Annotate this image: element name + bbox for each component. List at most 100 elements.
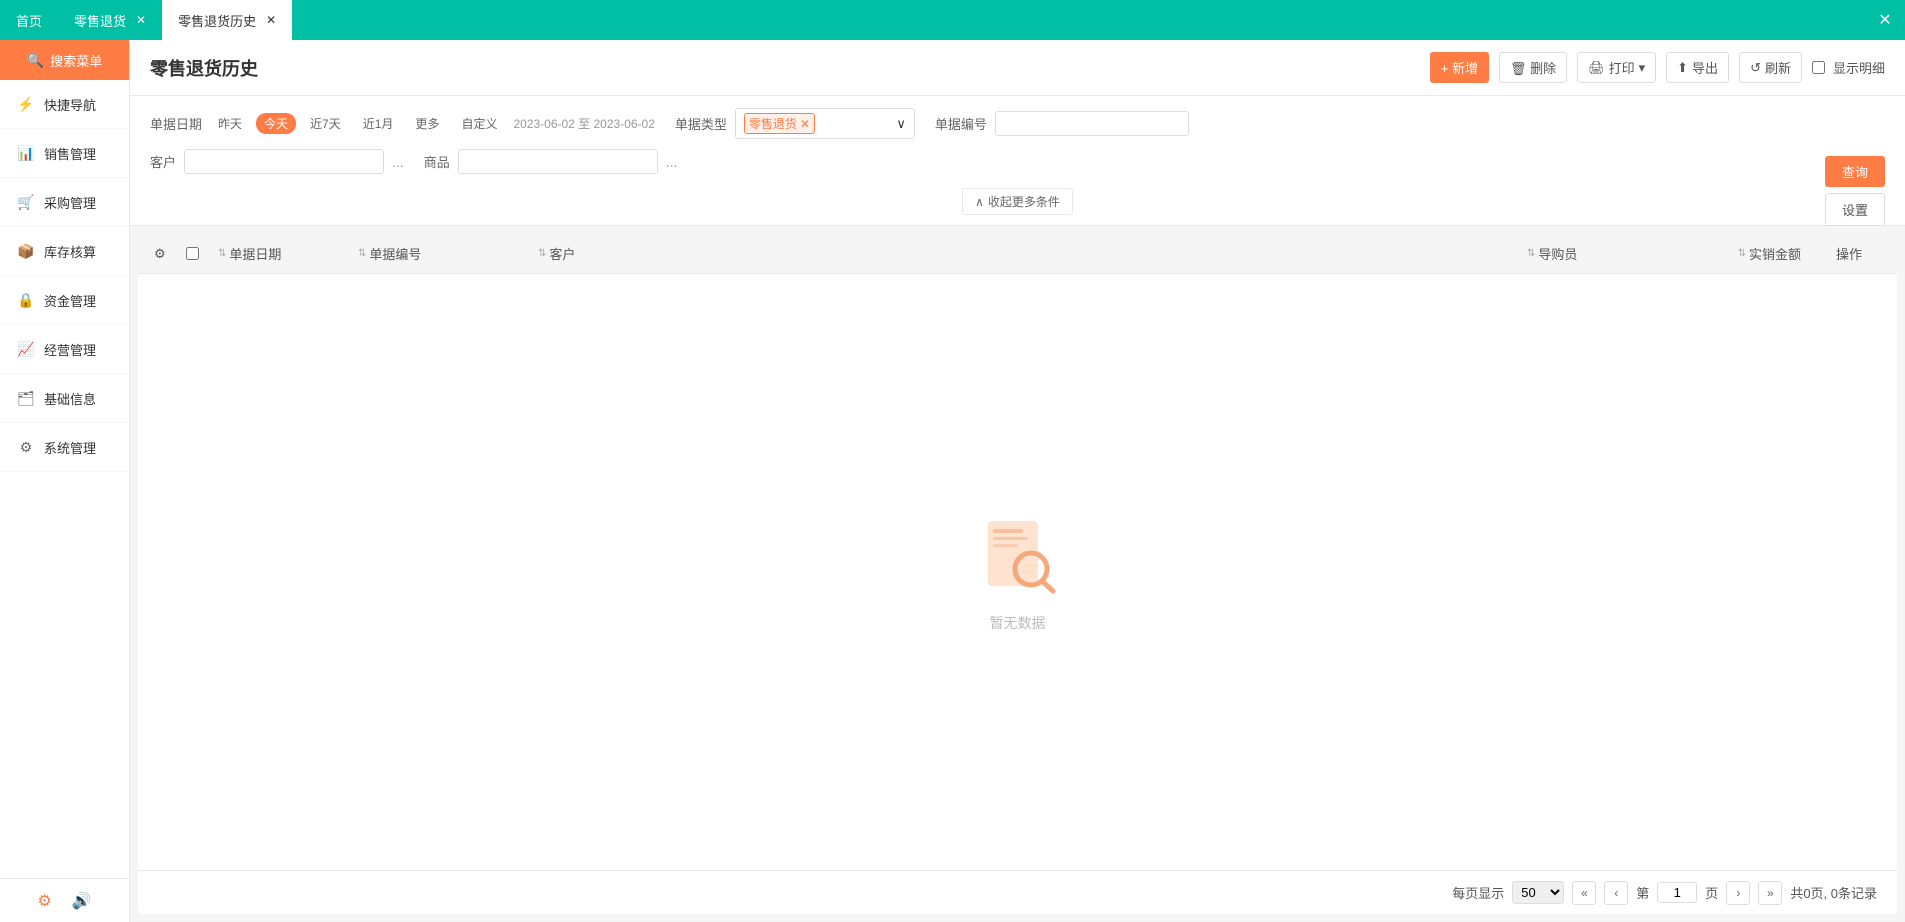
audio-icon[interactable]: 🔊	[72, 891, 92, 911]
refresh-button[interactable]: ↺ 刷新	[1739, 52, 1802, 83]
system-icon: ⚙	[16, 437, 36, 457]
top-bar: 首页 零售退货 ✕ 零售退货历史 ✕ ✕	[0, 0, 1905, 40]
date-btn-today[interactable]: 今天	[256, 113, 296, 134]
num-filter-label: 单据编号	[935, 114, 987, 133]
sidebar-item-quick-nav[interactable]: ⚡ 快捷导航	[0, 80, 129, 129]
sidebar-item-sales[interactable]: 📊 销售管理	[0, 129, 129, 178]
product-filter-label: 商品	[424, 152, 450, 171]
th-date[interactable]: ⇅ 单据日期	[210, 244, 350, 263]
add-button[interactable]: + 新增	[1430, 52, 1489, 83]
date-btn-7days[interactable]: 近7天	[302, 113, 349, 134]
product-filter-input[interactable]	[458, 149, 658, 174]
page-title-bar: 零售退货历史 + 新增 🗑 删除 🖨 打印 ▾ ⬆ 导出 ↺ 刷新	[130, 40, 1905, 96]
tab-list: 首页 零售退货 ✕ 零售退货历史 ✕	[0, 0, 1865, 40]
content-area: 零售退货历史 + 新增 🗑 删除 🖨 打印 ▾ ⬆ 导出 ↺ 刷新	[130, 40, 1905, 922]
date-btn-1month[interactable]: 近1月	[355, 113, 402, 134]
sidebar-search[interactable]: 🔍 搜索菜单	[0, 40, 129, 80]
delete-button[interactable]: 🗑 删除	[1499, 52, 1567, 83]
date-btn-custom[interactable]: 自定义	[453, 113, 505, 134]
filter-area: 单据日期 昨天 今天 近7天 近1月 更多 自定义 2023-06-02 至 2…	[130, 96, 1905, 226]
gear-icon: ⚙	[154, 246, 166, 262]
num-filter-input[interactable]	[995, 111, 1189, 136]
per-page-select[interactable]: 50 10 20 100	[1512, 881, 1564, 904]
first-page-button[interactable]: «	[1572, 881, 1596, 905]
sort-date-icon: ⇅	[218, 248, 226, 259]
customer-dots[interactable]: ...	[392, 154, 404, 170]
operations-icon: 📈	[16, 339, 36, 359]
main-layout: 🔍 搜索菜单 ⚡ 快捷导航 📊 销售管理 🛒 采购管理 📦 库存核算 🔒	[0, 40, 1905, 922]
inventory-icon: 📦	[16, 241, 36, 261]
th-checkbox[interactable]	[178, 247, 210, 260]
print-chevron-icon: ▾	[1639, 60, 1646, 76]
type-select[interactable]: 零售退货 ✕ ∨	[735, 108, 915, 139]
product-dots[interactable]: ...	[666, 154, 678, 170]
select-all-checkbox[interactable]	[186, 247, 199, 260]
type-filter-group: 单据类型 零售退货 ✕ ∨	[675, 108, 915, 139]
sidebar: 🔍 搜索菜单 ⚡ 快捷导航 📊 销售管理 🛒 采购管理 📦 库存核算 🔒	[0, 40, 130, 922]
page-number-input[interactable]	[1657, 882, 1697, 903]
sidebar-item-operations[interactable]: 📈 经营管理	[0, 325, 129, 374]
print-icon: 🖨	[1588, 60, 1605, 76]
date-filter-label: 单据日期	[150, 114, 202, 133]
date-btn-more[interactable]: 更多	[407, 113, 447, 134]
type-chevron-icon: ∨	[896, 116, 906, 132]
query-button[interactable]: 查询	[1825, 156, 1885, 187]
tab-home[interactable]: 首页	[0, 0, 58, 40]
sidebar-item-inventory[interactable]: 📦 库存核算	[0, 227, 129, 276]
display-switch[interactable]: 显示明细	[1812, 58, 1885, 77]
empty-icon	[973, 511, 1063, 601]
next-page-button[interactable]: ›	[1726, 881, 1750, 905]
refresh-icon: ↺	[1750, 60, 1761, 76]
basic-info-icon: 🗂	[16, 388, 36, 408]
settings-button[interactable]: 设置	[1825, 193, 1885, 226]
filter-row-1: 单据日期 昨天 今天 近7天 近1月 更多 自定义 2023-06-02 至 2…	[150, 108, 1885, 139]
customer-filter-input[interactable]	[184, 149, 384, 174]
export-button[interactable]: ⬆ 导出	[1666, 52, 1729, 83]
purchase-icon: 🛒	[16, 192, 36, 212]
window-close-button[interactable]: ✕	[1865, 0, 1905, 40]
sort-guide-icon: ⇅	[1527, 248, 1535, 259]
prev-page-button[interactable]: ‹	[1604, 881, 1628, 905]
last-page-button[interactable]: »	[1758, 881, 1782, 905]
num-filter-group: 单据编号	[935, 111, 1189, 136]
type-filter-label: 单据类型	[675, 114, 727, 133]
collapse-filter-button[interactable]: ∧ 收起更多条件	[962, 188, 1073, 215]
date-filter-buttons: 昨天 今天 近7天 近1月 更多 自定义	[210, 113, 505, 134]
sales-icon: 📊	[16, 143, 36, 163]
collapse-icon: ∧	[975, 195, 984, 209]
sidebar-item-system[interactable]: ⚙ 系统管理	[0, 423, 129, 472]
sort-customer-icon: ⇅	[538, 248, 546, 259]
date-btn-yesterday[interactable]: 昨天	[210, 113, 250, 134]
toolbar: + 新增 🗑 删除 🖨 打印 ▾ ⬆ 导出 ↺ 刷新 显示明细	[1430, 52, 1885, 83]
empty-text: 暂无数据	[990, 613, 1046, 633]
empty-state: 暂无数据	[138, 274, 1897, 870]
th-amount[interactable]: ⇅ 实销金额	[1669, 244, 1809, 263]
th-num[interactable]: ⇅ 单据编号	[350, 244, 530, 263]
filter-row-2: 客户 ... 商品 ...	[150, 149, 1885, 174]
table-header: ⚙ ⇅ 单据日期 ⇅ 单据编号 ⇅ 客户 ⇅	[138, 234, 1897, 274]
customer-filter-label: 客户	[150, 152, 176, 171]
export-icon: ⬆	[1677, 60, 1688, 76]
customer-filter-group: 客户 ...	[150, 149, 404, 174]
tab-close-history[interactable]: ✕	[266, 13, 276, 27]
settings-icon[interactable]: ⚙	[37, 891, 51, 911]
date-filter-group: 单据日期 昨天 今天 近7天 近1月 更多 自定义 2023-06-02 至 2…	[150, 113, 655, 134]
th-action: 操作	[1809, 244, 1889, 263]
th-settings[interactable]: ⚙	[146, 246, 178, 262]
total-info: 共0页, 0条记录	[1790, 883, 1877, 902]
type-tag-remove[interactable]: ✕	[800, 117, 810, 131]
tab-close-retail-return[interactable]: ✕	[136, 13, 146, 27]
product-filter-group: 商品 ...	[424, 149, 678, 174]
th-guide[interactable]: ⇅ 导购员	[1519, 244, 1669, 263]
tab-retail-return[interactable]: 零售退货 ✕	[58, 0, 162, 40]
quick-nav-icon: ⚡	[16, 94, 36, 114]
sidebar-item-finance[interactable]: 🔒 资金管理	[0, 276, 129, 325]
display-checkbox[interactable]	[1812, 61, 1825, 74]
print-button[interactable]: 🖨 打印 ▾	[1577, 52, 1656, 83]
sidebar-item-purchase[interactable]: 🛒 采购管理	[0, 178, 129, 227]
th-customer[interactable]: ⇅ 客户	[530, 244, 1519, 263]
sidebar-footer: ⚙ 🔊	[0, 878, 129, 922]
tab-retail-return-history[interactable]: 零售退货历史 ✕	[162, 0, 292, 40]
page-suffix: 页	[1705, 883, 1718, 902]
sidebar-item-basic-info[interactable]: 🗂 基础信息	[0, 374, 129, 423]
